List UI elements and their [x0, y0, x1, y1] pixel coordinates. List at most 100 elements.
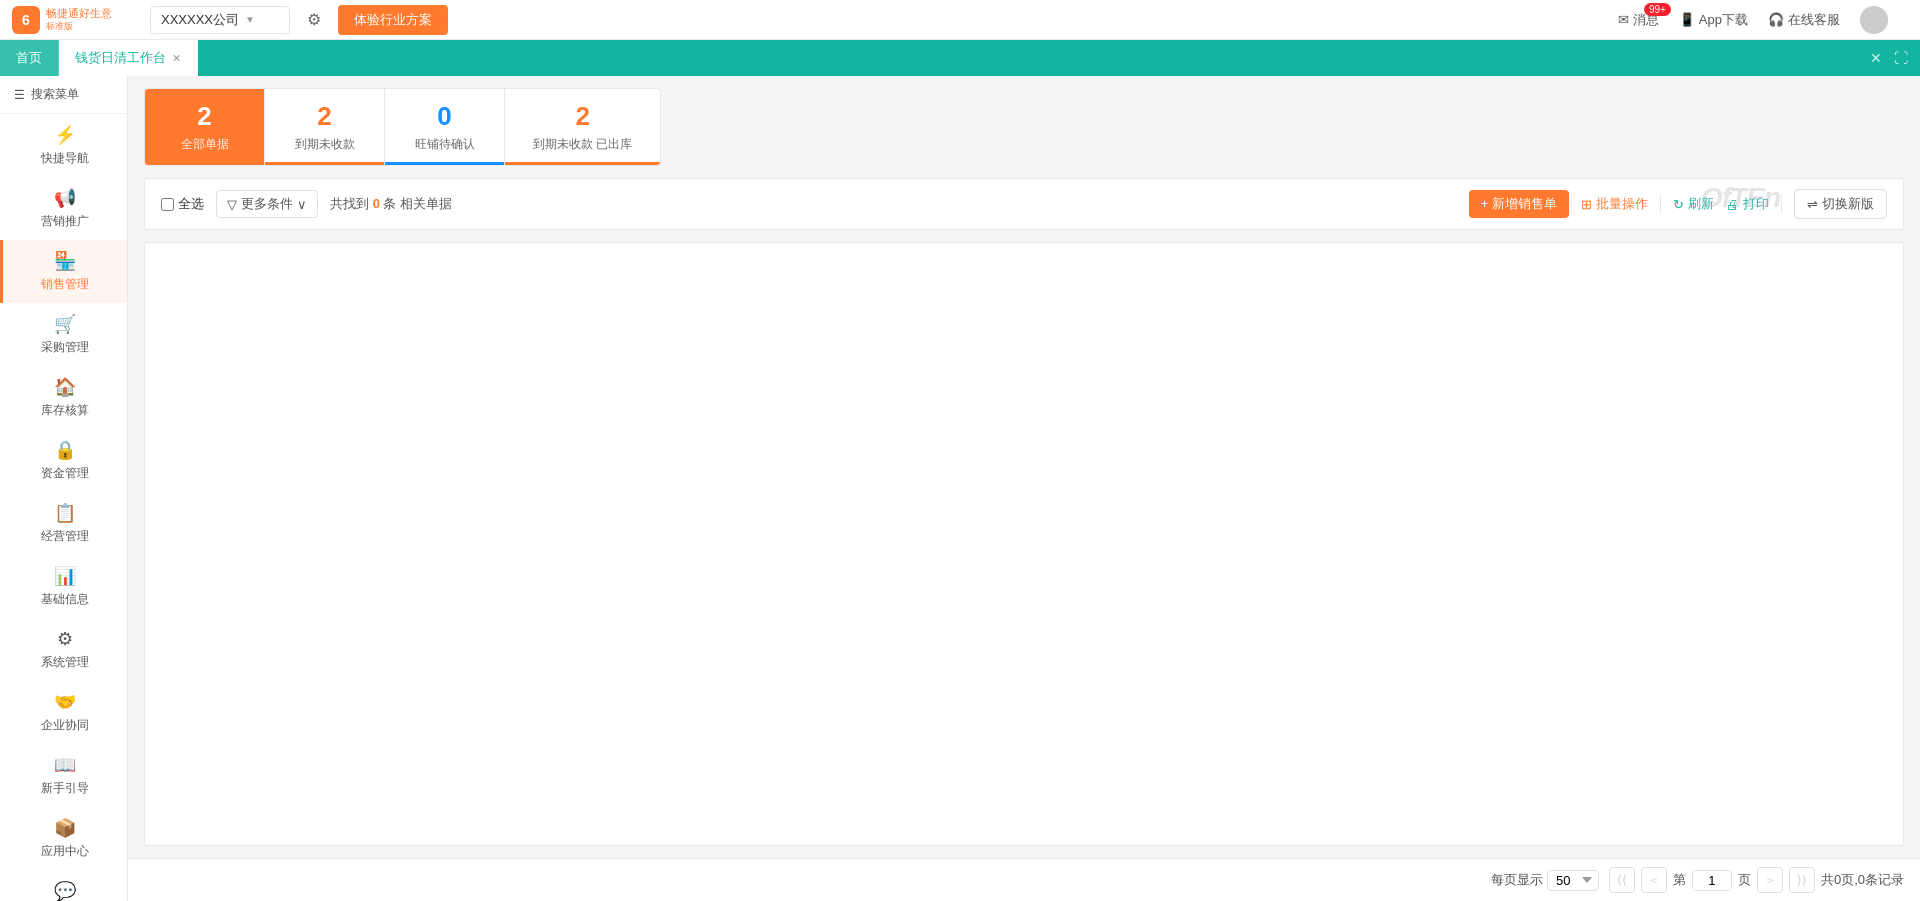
summary-card-pending-confirm[interactable]: 0 旺铺待确认	[385, 89, 505, 165]
app-download-button[interactable]: 📱 App下载	[1679, 11, 1748, 29]
beginner-icon: 📖	[54, 754, 76, 776]
sidebar-item-finance[interactable]: 🔒 资金管理	[0, 429, 127, 492]
batch-ops-button[interactable]: ⊞ 批量操作	[1581, 195, 1648, 213]
sidebar-item-system-label: 系统管理	[41, 654, 89, 671]
mobile-icon: 📱	[1679, 12, 1695, 27]
sidebar-item-inventory[interactable]: 🏠 库存核算	[0, 366, 127, 429]
summary-card-overdue-unshipped[interactable]: 2 到期未收款 已出库	[505, 89, 660, 165]
marketing-icon: 📢	[54, 187, 76, 209]
sales-icon: 🏪	[54, 250, 76, 272]
operations-icon: 📋	[54, 502, 76, 524]
sidebar-item-beginner[interactable]: 📖 新手引导	[0, 744, 127, 807]
prev-page-button[interactable]: ＜	[1641, 867, 1667, 893]
print-button[interactable]: 🖨 打印	[1726, 195, 1769, 213]
inventory-icon: 🏠	[54, 376, 76, 398]
sidebar-item-operations[interactable]: 📋 经营管理	[0, 492, 127, 555]
sidebar-item-basic-info[interactable]: 📊 基础信息	[0, 555, 127, 618]
nav-tabs: 首页 钱货日清工作台 ✕ ✕ ⛶	[0, 40, 1920, 76]
sidebar-item-quick-nav-label: 快捷导航	[41, 150, 89, 167]
settings-button[interactable]: ⚙	[298, 4, 330, 36]
sidebar-item-purchase-label: 采购管理	[41, 339, 89, 356]
summary-cards: 2 全部单据 2 到期未收款 0 旺铺待确认 2 到期未收款 已出库	[144, 88, 661, 166]
per-page-label: 每页显示	[1491, 871, 1543, 889]
toolbar-divider2	[1781, 195, 1782, 213]
quick-nav-icon: ⚡	[54, 124, 76, 146]
total-text: 共0页,0条记录	[1821, 871, 1904, 889]
more-conditions-button[interactable]: ▽ 更多条件 ∨	[216, 190, 318, 218]
switch-label: 切换新版	[1822, 195, 1874, 213]
app-center-icon: 📦	[54, 817, 76, 839]
summary-card-overdue-unpaid[interactable]: 2 到期未收款	[265, 89, 385, 165]
sidebar-item-beginner-label: 新手引导	[41, 780, 89, 797]
more-conditions-label: 更多条件	[241, 195, 293, 213]
cooperation-icon: 🤝	[54, 691, 76, 713]
last-page-button[interactable]: ⟩⟩	[1789, 867, 1815, 893]
top-bar: 6 畅捷通好生意 标准版 XXXXXX公司 ▼ ⚙ 体验行业方案 ✉ 消息 99…	[0, 0, 1920, 40]
first-page-button[interactable]: ⟨⟨	[1609, 867, 1635, 893]
select-all-checkbox[interactable]: 全选	[161, 195, 204, 213]
avatar[interactable]	[1860, 6, 1888, 34]
company-selector[interactable]: XXXXXX公司 ▼	[150, 6, 290, 34]
overdue-unpaid-count: 2	[293, 101, 356, 132]
switch-version-button[interactable]: ⇌ 切换新版	[1794, 189, 1887, 219]
page-size-select: 每页显示 10 20 50 100	[1491, 870, 1599, 891]
finance-icon: 🔒	[54, 439, 76, 461]
online-service-button[interactable]: 🎧 在线客服	[1768, 11, 1840, 29]
select-all-label: 全选	[178, 195, 204, 213]
messages-button[interactable]: ✉ 消息 99+	[1618, 11, 1659, 29]
sidebar-item-app-center[interactable]: 📦 应用中心	[0, 807, 127, 870]
next-page-button[interactable]: ＞	[1757, 867, 1783, 893]
search-menu[interactable]: ☰ 搜索菜单	[0, 76, 127, 114]
overdue-unshipped-label: 到期未收款 已出库	[533, 136, 632, 153]
sidebar-item-sales[interactable]: 🏪 销售管理	[0, 240, 127, 303]
page-input[interactable]	[1692, 870, 1732, 891]
pending-confirm-label: 旺铺待确认	[413, 136, 476, 153]
sidebar-item-cooperation[interactable]: 🤝 企业协同	[0, 681, 127, 744]
batch-ops-label: 批量操作	[1596, 195, 1648, 213]
window-expand-icon[interactable]: ⛶	[1894, 50, 1908, 66]
window-close-icon[interactable]: ✕	[1870, 50, 1882, 66]
sidebar-item-marketing-label: 营销推广	[41, 213, 89, 230]
logo-area: 6 畅捷通好生意 标准版	[12, 6, 140, 34]
pending-confirm-count: 0	[413, 101, 476, 132]
overdue-unshipped-count: 2	[533, 101, 632, 132]
chevron-down-icon: ∨	[297, 197, 307, 212]
sidebar-item-finance-label: 资金管理	[41, 465, 89, 482]
pagination-bar: 每页显示 10 20 50 100 ⟨⟨ ＜ 第 页 ＞ ⟩⟩ 共0页,0条记录	[128, 858, 1920, 901]
online-service-label: 在线客服	[1788, 11, 1840, 29]
select-all-input[interactable]	[161, 198, 174, 211]
layout: ☰ 搜索菜单 ⚡ 快捷导航 📢 营销推广 🏪 销售管理 🛒 采购管理 🏠 库存核…	[0, 76, 1920, 901]
table-area	[144, 242, 1904, 846]
sidebar-item-basic-info-label: 基础信息	[41, 591, 89, 608]
sidebar-item-wechat[interactable]: 💬 企业微信	[0, 870, 127, 901]
refresh-button[interactable]: ↻ 刷新	[1673, 195, 1714, 213]
found-unit: 条	[383, 196, 396, 211]
chevron-down-icon: ▼	[245, 14, 255, 25]
tab-workspace[interactable]: 钱货日清工作台 ✕	[59, 40, 198, 76]
sidebar-item-inventory-label: 库存核算	[41, 402, 89, 419]
message-icon: ✉	[1618, 12, 1629, 27]
page-nav: ⟨⟨ ＜ 第 页 ＞ ⟩⟩ 共0页,0条记录	[1609, 867, 1904, 893]
page-label: 第	[1673, 871, 1686, 889]
logo-icon: 6	[12, 6, 40, 34]
summary-card-all[interactable]: 2 全部单据	[145, 89, 265, 165]
found-count: 0	[373, 196, 380, 211]
sidebar-item-app-center-label: 应用中心	[41, 843, 89, 860]
sidebar-item-system[interactable]: ⚙ 系统管理	[0, 618, 127, 681]
tab-home[interactable]: 首页	[0, 40, 59, 76]
top-right: ✉ 消息 99+ 📱 App下载 🎧 在线客服	[1618, 6, 1908, 34]
sidebar-item-purchase[interactable]: 🛒 采购管理	[0, 303, 127, 366]
basic-info-icon: 📊	[54, 565, 76, 587]
per-page-select[interactable]: 10 20 50 100	[1547, 870, 1599, 891]
messages-badge: 99+	[1644, 3, 1671, 16]
sidebar-item-marketing[interactable]: 📢 营销推广	[0, 177, 127, 240]
tab-close-icon[interactable]: ✕	[172, 52, 181, 65]
nav-right-icons: ✕ ⛶	[1870, 50, 1920, 66]
purchase-icon: 🛒	[54, 313, 76, 335]
app-download-label: App下载	[1699, 11, 1748, 29]
logo-text: 畅捷通好生意 标准版	[46, 6, 112, 33]
sidebar-item-operations-label: 经营管理	[41, 528, 89, 545]
sidebar-item-quick-nav[interactable]: ⚡ 快捷导航	[0, 114, 127, 177]
trial-button[interactable]: 体验行业方案	[338, 5, 448, 35]
add-sales-button[interactable]: + 新增销售单	[1469, 190, 1569, 218]
